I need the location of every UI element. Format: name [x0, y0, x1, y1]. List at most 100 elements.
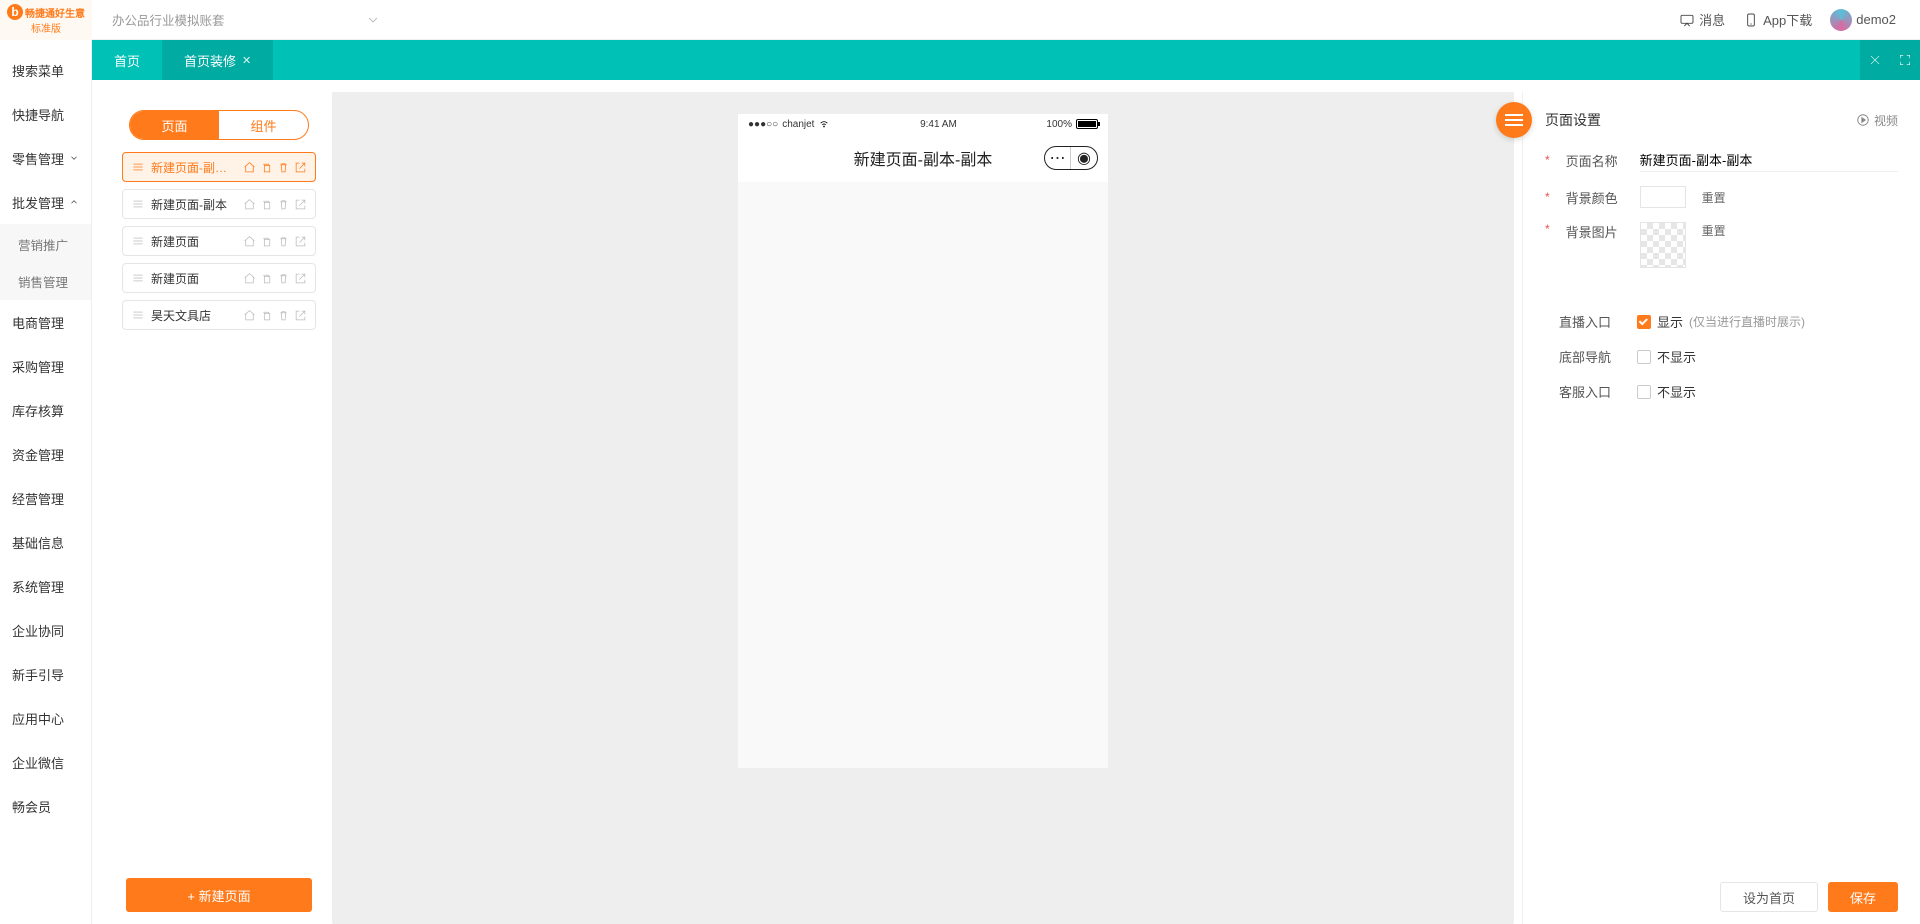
sidebar-item[interactable]: 搜索菜单	[0, 48, 91, 92]
save-button[interactable]: 保存	[1828, 882, 1898, 912]
sidebar-item[interactable]: 企业微信	[0, 740, 91, 784]
sidebar-item[interactable]: 新手引导	[0, 652, 91, 696]
signal-dots-icon: ●●●○○	[748, 119, 778, 130]
sidebar-item[interactable]: 批发管理	[0, 180, 91, 224]
home-icon[interactable]	[243, 309, 256, 322]
live-entry-checkbox[interactable]	[1637, 315, 1651, 329]
sidebar-item[interactable]: 经营管理	[0, 476, 91, 520]
tab[interactable]: 首页装修 ✕	[162, 40, 273, 80]
copy-icon[interactable]	[260, 272, 273, 285]
sidebar-item[interactable]: 基础信息	[0, 520, 91, 564]
sidebar-item[interactable]: 零售管理	[0, 136, 91, 180]
trash-icon[interactable]	[277, 198, 290, 211]
bg-color-reset[interactable]: 重置	[1702, 189, 1726, 206]
sidebar-item[interactable]: 系统管理	[0, 564, 91, 608]
trash-icon[interactable]	[277, 272, 290, 285]
page-item-name: 新建页面-副本-...	[151, 159, 237, 176]
sidebar-item[interactable]: 资金管理	[0, 432, 91, 476]
sidebar-subitem[interactable]: 营销推广	[0, 224, 91, 262]
bg-image-reset[interactable]: 重置	[1702, 222, 1726, 239]
bottom-nav-checkbox[interactable]	[1637, 350, 1651, 364]
chevron-down-icon	[365, 12, 381, 28]
tabs-fullscreen-button[interactable]	[1890, 40, 1920, 80]
app-header: b 畅捷通好生意 标准版 办公品行业模拟账套 消息 App下载 demo2	[0, 0, 1920, 40]
sidebar-item-label: 批发管理	[12, 193, 64, 212]
page-item-name: 新建页面-副本	[151, 196, 237, 213]
external-link-icon[interactable]	[294, 235, 307, 248]
external-link-icon[interactable]	[294, 198, 307, 211]
page-item[interactable]: 新建页面-副本-...	[122, 152, 316, 182]
set-home-button[interactable]: 设为首页	[1720, 882, 1818, 912]
page-name-label: 页面名称	[1566, 151, 1624, 170]
sidebar-item-label: 资金管理	[12, 445, 64, 464]
chevron-down-icon	[69, 153, 79, 163]
video-link-label: 视频	[1874, 112, 1898, 129]
trash-icon[interactable]	[277, 161, 290, 174]
copy-icon[interactable]	[260, 161, 273, 174]
header-right: 消息 App下载 demo2	[1679, 9, 1920, 31]
page-item-actions	[243, 309, 307, 322]
sidebar-item[interactable]: 应用中心	[0, 696, 91, 740]
close-icon[interactable]: ✕	[242, 54, 251, 67]
page-item[interactable]: 新建页面	[122, 263, 316, 293]
menu-icon	[1505, 119, 1523, 121]
sidebar-item-label: 系统管理	[12, 577, 64, 596]
bg-color-swatch[interactable]	[1640, 186, 1686, 208]
tab[interactable]: 首页	[92, 40, 162, 80]
miniprogram-capsule: ⋯ ◉	[1044, 146, 1098, 170]
drag-list-icon[interactable]	[131, 160, 145, 174]
copy-icon[interactable]	[260, 309, 273, 322]
home-icon[interactable]	[243, 272, 256, 285]
trash-icon[interactable]	[277, 235, 290, 248]
sidebar-item[interactable]: 电商管理	[0, 300, 91, 344]
brand-logo: b 畅捷通好生意	[7, 4, 85, 20]
page-item[interactable]: 新建页面-副本	[122, 189, 316, 219]
sidebar-item[interactable]: 快捷导航	[0, 92, 91, 136]
drag-list-icon[interactable]	[131, 271, 145, 285]
seg-component[interactable]: 组件	[219, 111, 308, 139]
sidebar-item-label: 应用中心	[12, 709, 64, 728]
home-icon[interactable]	[243, 161, 256, 174]
sidebar-item[interactable]: 库存核算	[0, 388, 91, 432]
external-link-icon[interactable]	[294, 272, 307, 285]
tabs-close-button[interactable]	[1860, 40, 1890, 80]
bg-color-label: 背景颜色	[1566, 188, 1624, 207]
sidebar-subitem[interactable]: 销售管理	[0, 262, 91, 300]
play-circle-icon	[1856, 113, 1870, 127]
page-item[interactable]: 新建页面	[122, 226, 316, 256]
capsule-more-icon[interactable]: ⋯	[1045, 147, 1071, 169]
video-link[interactable]: 视频	[1856, 112, 1898, 129]
brand-mark: b	[7, 4, 23, 20]
capsule-target-icon[interactable]: ◉	[1071, 147, 1097, 169]
seg-page[interactable]: 页面	[130, 111, 219, 139]
new-page-button[interactable]: + 新建页面	[126, 878, 312, 912]
bg-image-swatch[interactable]	[1640, 222, 1686, 268]
store-selector[interactable]: 办公品行业模拟账套	[112, 10, 381, 29]
app-download-link[interactable]: App下载	[1743, 10, 1812, 29]
page-name-input[interactable]	[1640, 148, 1898, 172]
home-icon[interactable]	[243, 198, 256, 211]
user-menu[interactable]: demo2	[1830, 9, 1896, 31]
service-entry-text: 不显示	[1657, 382, 1696, 401]
drag-list-icon[interactable]	[131, 234, 145, 248]
page-item[interactable]: 昊天文具店	[122, 300, 316, 330]
external-link-icon[interactable]	[294, 161, 307, 174]
brand-edition: 标准版	[31, 20, 61, 35]
copy-icon[interactable]	[260, 198, 273, 211]
service-entry-checkbox[interactable]	[1637, 385, 1651, 399]
drag-list-icon[interactable]	[131, 308, 145, 322]
bottom-nav-label: 底部导航	[1559, 347, 1617, 366]
copy-icon[interactable]	[260, 235, 273, 248]
sidebar-item-label: 库存核算	[12, 401, 64, 420]
sidebar-item[interactable]: 企业协同	[0, 608, 91, 652]
sidebar-item[interactable]: 采购管理	[0, 344, 91, 388]
sidebar-item[interactable]: 畅会员	[0, 784, 91, 828]
tab-label: 首页装修	[184, 51, 236, 70]
drag-list-icon[interactable]	[131, 197, 145, 211]
drawer-toggle-button[interactable]	[1496, 102, 1532, 138]
sidebar-item-label: 电商管理	[12, 313, 64, 332]
external-link-icon[interactable]	[294, 309, 307, 322]
trash-icon[interactable]	[277, 309, 290, 322]
home-icon[interactable]	[243, 235, 256, 248]
messages-link[interactable]: 消息	[1679, 10, 1725, 29]
